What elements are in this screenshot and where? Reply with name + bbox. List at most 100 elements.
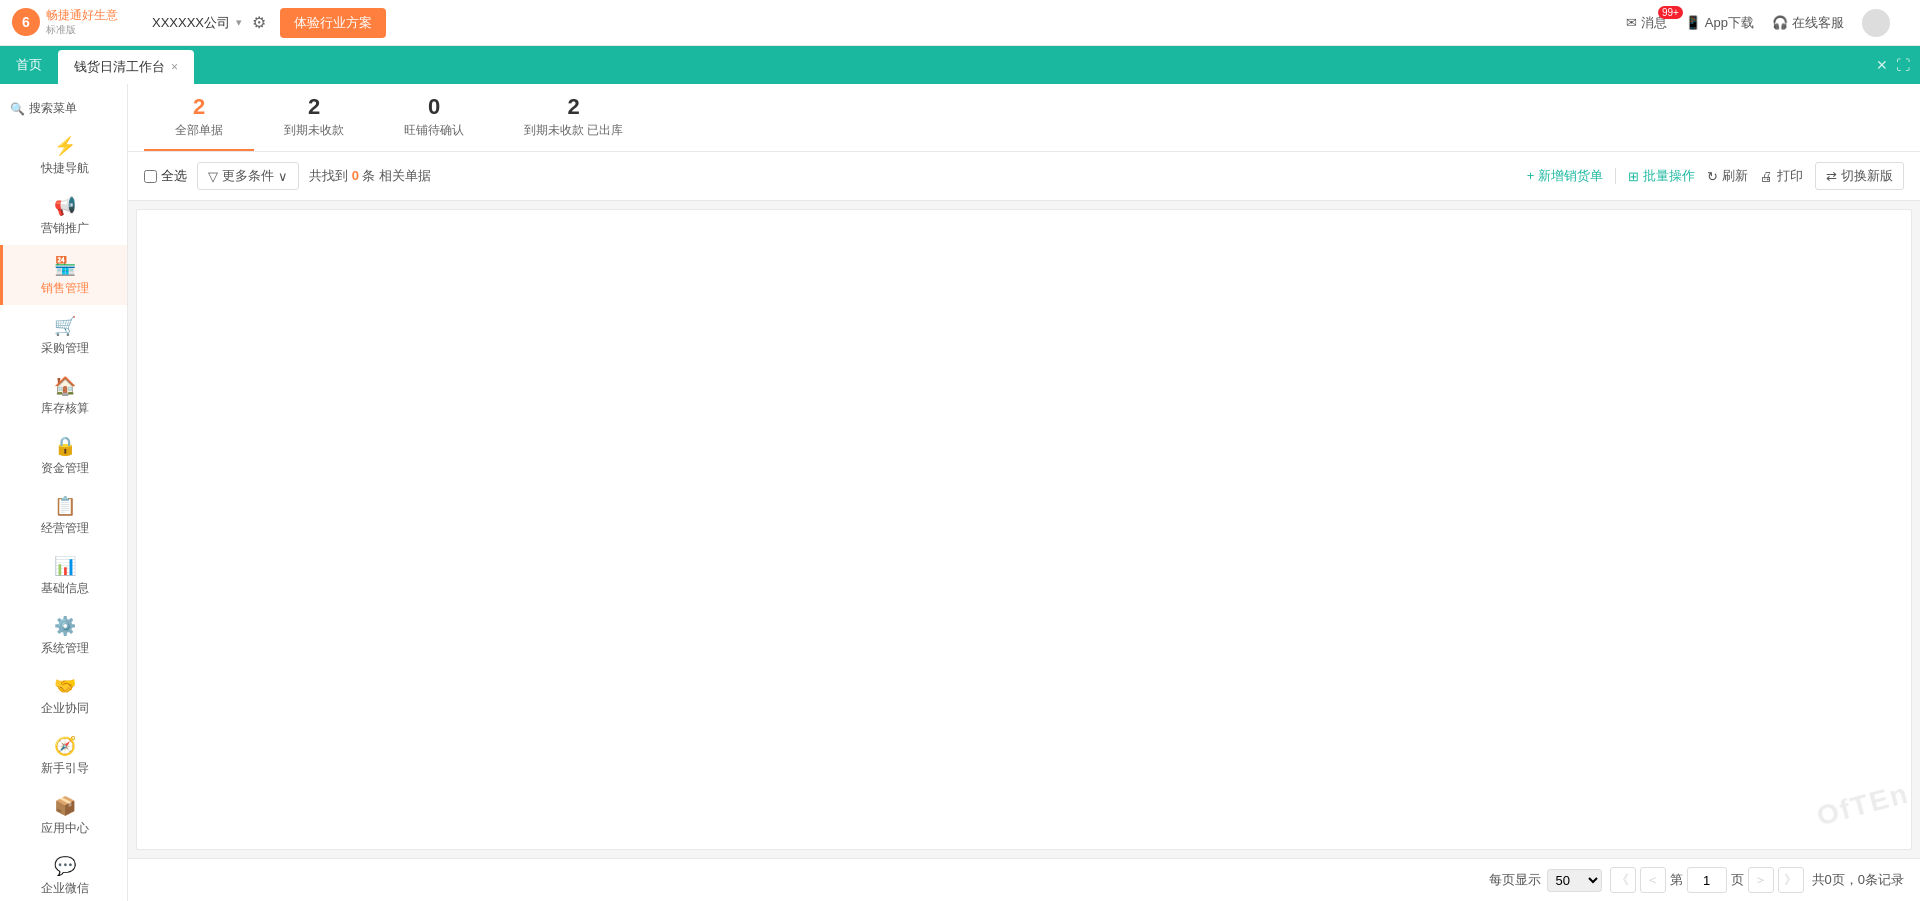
found-text: 共找到 0 条 相关单据 [309,167,431,185]
sidebar-item-enterprise[interactable]: 🤝 企业协同 [0,665,127,725]
sidebar-item-marketing[interactable]: 📢 营销推广 [0,185,127,245]
purchase-icon: 🛒 [54,315,76,337]
app-download-btn[interactable]: 📱 App下载 [1685,14,1754,32]
message-badge: 99+ [1658,6,1683,19]
logo-area: 6 畅捷通好生意 标准版 [12,8,140,36]
new-sale-btn[interactable]: + 新增销货单 [1527,167,1603,185]
inventory-icon: 🏠 [54,375,76,397]
sidebar-item-guide[interactable]: 🧭 新手引导 [0,725,127,785]
filter-btn[interactable]: ▽ 更多条件 ∨ [197,162,299,190]
pagination: 每页显示 50 100 200 《 ＜ 第 页 ＞ 》 共0页，0条记录 [128,858,1920,901]
page-input[interactable] [1687,867,1727,893]
page-size-selector: 每页显示 50 100 200 [1489,869,1602,892]
main-layout: 🔍 搜索菜单 ⚡ 快捷导航 📢 营销推广 🏪 销售管理 🛒 采购管理 🏠 [0,84,1920,901]
apps-icon: 📦 [54,795,76,817]
stats-tab-pending[interactable]: 0 旺铺待确认 [374,84,494,151]
finance-label: 资金管理 [41,460,89,477]
tab-bar: 首页 钱货日清工作台 × ✕ ⛶ [0,46,1920,84]
wechat-icon: 💬 [54,855,76,877]
service-icon: 🎧 [1772,15,1788,30]
toolbar-left: 全选 ▽ 更多条件 ∨ 共找到 0 条 相关单据 [144,162,1517,190]
quicknav-label: 快捷导航 [41,160,89,177]
batch-op-btn[interactable]: ⊞ 批量操作 [1628,167,1695,185]
stats-overdue-count: 2 [308,96,320,118]
prev-page-btn[interactable]: ＜ [1640,867,1666,893]
select-all-checkbox[interactable]: 全选 [144,167,187,185]
sidebar-item-purchase[interactable]: 🛒 采购管理 [0,305,127,365]
stats-shipped-count: 2 [568,96,580,118]
page-label: 第 [1670,871,1683,889]
sidebar-top: 🔍 搜索菜单 ⚡ 快捷导航 📢 营销推广 🏪 销售管理 🛒 采购管理 🏠 [0,84,127,901]
stats-overdue-label: 到期未收款 [284,122,344,139]
print-icon: 🖨 [1760,169,1773,184]
select-all-input[interactable] [144,170,157,183]
operations-label: 经营管理 [41,520,89,537]
finance-icon: 🔒 [54,435,76,457]
last-page-btn[interactable]: 》 [1778,867,1804,893]
service-label: 在线客服 [1792,14,1844,32]
sidebar-item-sales[interactable]: 🏪 销售管理 [0,245,127,305]
system-label: 系统管理 [41,640,89,657]
print-label: 打印 [1777,167,1803,185]
found-count: 0 [352,168,359,183]
logo-icon: 6 [12,8,40,36]
enterprise-label: 企业协同 [41,700,89,717]
header-right: ✉ 消息 99+ 📱 App下载 🎧 在线客服 [1626,9,1908,37]
stats-tab-overdue[interactable]: 2 到期未收款 [254,84,374,151]
sales-label: 销售管理 [41,280,89,297]
per-page-select[interactable]: 50 100 200 [1547,869,1602,892]
filter-icon: ▽ [208,169,218,184]
content-area: 2 全部单据 2 到期未收款 0 旺铺待确认 2 到期未收款 已出库 全选 [128,84,1920,901]
sidebar-item-finance[interactable]: 🔒 资金管理 [0,425,127,485]
sidebar: 🔍 搜索菜单 ⚡ 快捷导航 📢 营销推广 🏪 销售管理 🛒 采购管理 🏠 [0,84,128,901]
sidebar-item-quicknav[interactable]: ⚡ 快捷导航 [0,125,127,185]
toolbar: 全选 ▽ 更多条件 ∨ 共找到 0 条 相关单据 + 新增销货单 ⊞ [128,152,1920,201]
tab-workbench[interactable]: 钱货日清工作台 × [58,50,194,84]
tab-expand-icon[interactable]: ⛶ [1896,57,1910,73]
basic-icon: 📊 [54,555,76,577]
apps-label: 应用中心 [41,820,89,837]
next-page-btn[interactable]: ＞ [1748,867,1774,893]
tab-home[interactable]: 首页 [0,46,58,84]
app-icon: 📱 [1685,15,1701,30]
sidebar-item-wechat[interactable]: 💬 企业微信 [0,845,127,901]
stats-tab-shipped[interactable]: 2 到期未收款 已出库 [494,84,653,151]
settings-icon[interactable]: ⚙ [252,13,266,32]
message-icon: ✉ [1626,15,1637,30]
guide-label: 新手引导 [41,760,89,777]
tab-home-label: 首页 [16,56,42,74]
found-prefix: 共找到 [309,168,348,183]
refresh-btn[interactable]: ↻ 刷新 [1707,167,1748,185]
search-menu-label: 搜索菜单 [29,100,77,117]
avatar[interactable] [1862,9,1890,37]
inventory-label: 库存核算 [41,400,89,417]
tab-close-all-icon[interactable]: ✕ [1876,57,1888,73]
print-btn[interactable]: 🖨 打印 [1760,167,1803,185]
stats-all-count: 2 [193,96,205,118]
marketing-label: 营销推广 [41,220,89,237]
sidebar-item-basic[interactable]: 📊 基础信息 [0,545,127,605]
sidebar-item-inventory[interactable]: 🏠 库存核算 [0,365,127,425]
stats-tab-all[interactable]: 2 全部单据 [144,84,254,151]
sidebar-item-operations[interactable]: 📋 经营管理 [0,485,127,545]
search-menu-btn[interactable]: 🔍 搜索菜单 [0,92,127,125]
experience-btn[interactable]: 体验行业方案 [280,8,386,38]
tab-close-icon[interactable]: × [171,60,178,74]
online-service-btn[interactable]: 🎧 在线客服 [1772,14,1844,32]
batch-label: 批量操作 [1643,167,1695,185]
sidebar-item-system[interactable]: ⚙️ 系统管理 [0,605,127,665]
stats-all-label: 全部单据 [175,122,223,139]
switch-version-btn[interactable]: ⇄ 切换新版 [1815,162,1904,190]
page-suffix: 页 [1731,871,1744,889]
first-page-btn[interactable]: 《 [1610,867,1636,893]
tab-bar-actions: ✕ ⛶ [1876,57,1920,73]
sidebar-item-apps[interactable]: 📦 应用中心 [0,785,127,845]
header-company[interactable]: XXXXXX公司 ▾ [152,14,242,32]
chevron-down-icon: ▾ [236,16,242,29]
message-btn[interactable]: ✉ 消息 99+ [1626,14,1667,32]
tab-workbench-label: 钱货日清工作台 [74,58,165,76]
select-all-label: 全选 [161,167,187,185]
stats-pending-label: 旺铺待确认 [404,122,464,139]
switch-icon: ⇄ [1826,169,1837,184]
refresh-label: 刷新 [1722,167,1748,185]
